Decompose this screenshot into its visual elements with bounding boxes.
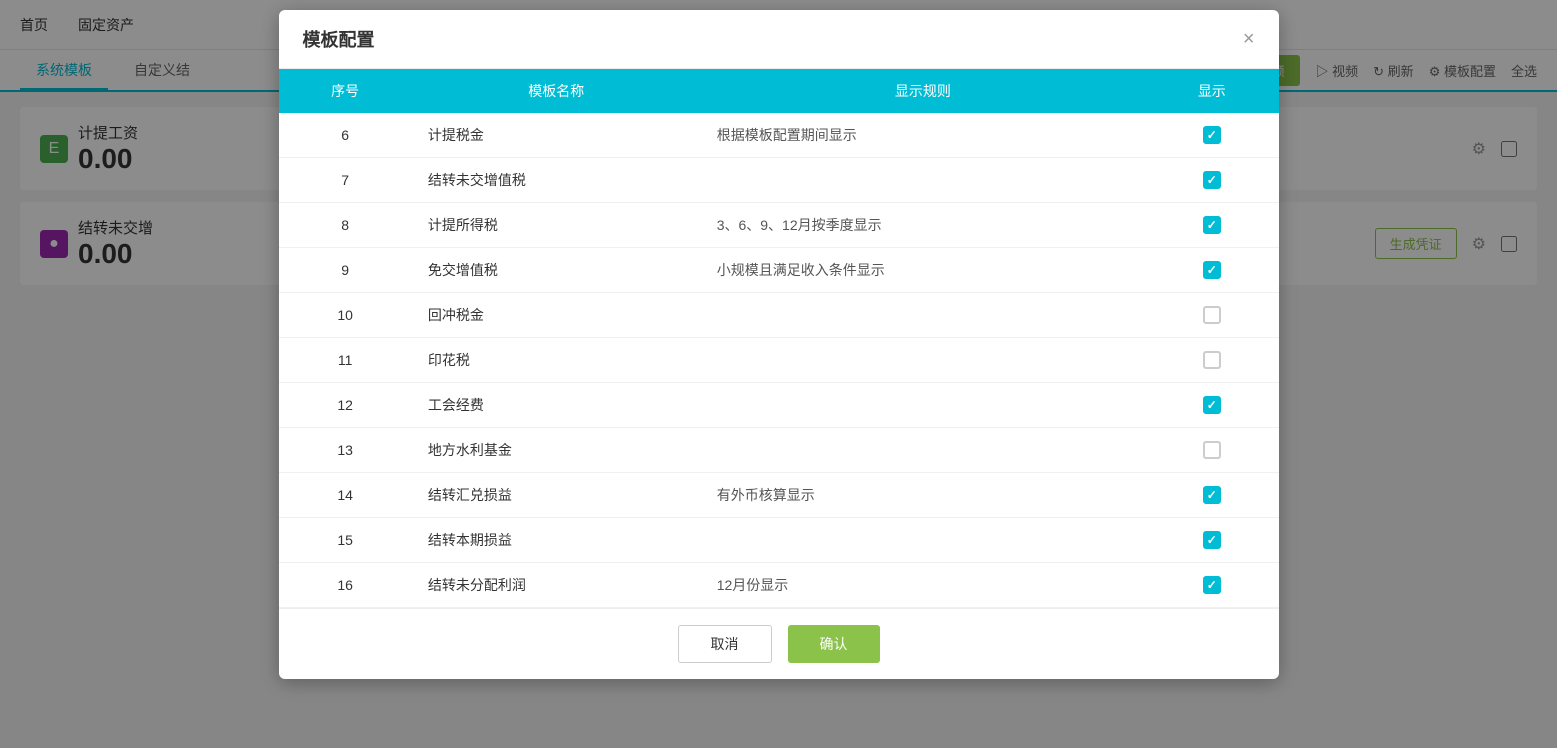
row-check-14[interactable] bbox=[1145, 473, 1278, 518]
modal-overlay: 模板配置 × 序号 模板名称 显示规则 显示 6计提税金根据模板配置期间显示7结… bbox=[0, 0, 1557, 748]
row-check-8[interactable] bbox=[1145, 203, 1278, 248]
row-rule-15 bbox=[701, 518, 1145, 563]
checkbox-12[interactable] bbox=[1203, 396, 1221, 414]
config-table: 序号 模板名称 显示规则 显示 6计提税金根据模板配置期间显示7结转未交增值税8… bbox=[279, 69, 1279, 608]
row-name-15: 结转本期损益 bbox=[412, 518, 701, 563]
row-id-11: 11 bbox=[279, 338, 412, 383]
checkbox-15[interactable] bbox=[1203, 531, 1221, 549]
modal-close-button[interactable]: × bbox=[1243, 29, 1255, 49]
row-name-16: 结转未分配利润 bbox=[412, 563, 701, 608]
row-id-12: 12 bbox=[279, 383, 412, 428]
table-row: 8计提所得税3、6、9、12月按季度显示 bbox=[279, 203, 1279, 248]
table-row: 11印花税 bbox=[279, 338, 1279, 383]
checkbox-14[interactable] bbox=[1203, 486, 1221, 504]
row-rule-13 bbox=[701, 428, 1145, 473]
cancel-button[interactable]: 取消 bbox=[678, 625, 772, 663]
row-check-13[interactable] bbox=[1145, 428, 1278, 473]
row-rule-6: 根据模板配置期间显示 bbox=[701, 113, 1145, 158]
checkbox-8[interactable] bbox=[1203, 216, 1221, 234]
modal-title: 模板配置 bbox=[303, 26, 375, 52]
row-id-7: 7 bbox=[279, 158, 412, 203]
col-header-id: 序号 bbox=[279, 69, 412, 113]
row-rule-9: 小规模且满足收入条件显示 bbox=[701, 248, 1145, 293]
table-row: 13地方水利基金 bbox=[279, 428, 1279, 473]
table-row: 9免交增值税小规模且满足收入条件显示 bbox=[279, 248, 1279, 293]
row-name-12: 工会经费 bbox=[412, 383, 701, 428]
row-name-8: 计提所得税 bbox=[412, 203, 701, 248]
col-header-name: 模板名称 bbox=[412, 69, 701, 113]
row-name-9: 免交增值税 bbox=[412, 248, 701, 293]
row-name-11: 印花税 bbox=[412, 338, 701, 383]
table-row: 10回冲税金 bbox=[279, 293, 1279, 338]
table-header: 序号 模板名称 显示规则 显示 bbox=[279, 69, 1279, 113]
row-check-7[interactable] bbox=[1145, 158, 1278, 203]
row-check-12[interactable] bbox=[1145, 383, 1278, 428]
row-id-8: 8 bbox=[279, 203, 412, 248]
row-id-9: 9 bbox=[279, 248, 412, 293]
table-row: 14结转汇兑损益有外币核算显示 bbox=[279, 473, 1279, 518]
row-name-10: 回冲税金 bbox=[412, 293, 701, 338]
row-name-7: 结转未交增值税 bbox=[412, 158, 701, 203]
modal-body: 序号 模板名称 显示规则 显示 6计提税金根据模板配置期间显示7结转未交增值税8… bbox=[279, 69, 1279, 608]
checkbox-10[interactable] bbox=[1203, 306, 1221, 324]
checkbox-13[interactable] bbox=[1203, 441, 1221, 459]
row-id-16: 16 bbox=[279, 563, 412, 608]
row-check-16[interactable] bbox=[1145, 563, 1278, 608]
row-name-14: 结转汇兑损益 bbox=[412, 473, 701, 518]
table-row: 7结转未交增值税 bbox=[279, 158, 1279, 203]
row-id-15: 15 bbox=[279, 518, 412, 563]
row-check-10[interactable] bbox=[1145, 293, 1278, 338]
modal-footer: 取消 确认 bbox=[279, 608, 1279, 679]
confirm-button[interactable]: 确认 bbox=[788, 625, 880, 663]
table-row: 16结转未分配利润12月份显示 bbox=[279, 563, 1279, 608]
row-id-14: 14 bbox=[279, 473, 412, 518]
template-config-modal: 模板配置 × 序号 模板名称 显示规则 显示 6计提税金根据模板配置期间显示7结… bbox=[279, 10, 1279, 679]
row-rule-11 bbox=[701, 338, 1145, 383]
row-id-10: 10 bbox=[279, 293, 412, 338]
row-rule-14: 有外币核算显示 bbox=[701, 473, 1145, 518]
modal-header: 模板配置 × bbox=[279, 10, 1279, 69]
row-id-6: 6 bbox=[279, 113, 412, 158]
table-row: 12工会经费 bbox=[279, 383, 1279, 428]
table-row: 6计提税金根据模板配置期间显示 bbox=[279, 113, 1279, 158]
row-id-13: 13 bbox=[279, 428, 412, 473]
checkbox-7[interactable] bbox=[1203, 171, 1221, 189]
col-header-rule: 显示规则 bbox=[701, 69, 1145, 113]
table-body: 6计提税金根据模板配置期间显示7结转未交增值税8计提所得税3、6、9、12月按季… bbox=[279, 113, 1279, 608]
row-rule-8: 3、6、9、12月按季度显示 bbox=[701, 203, 1145, 248]
row-rule-12 bbox=[701, 383, 1145, 428]
row-check-6[interactable] bbox=[1145, 113, 1278, 158]
row-check-15[interactable] bbox=[1145, 518, 1278, 563]
row-name-6: 计提税金 bbox=[412, 113, 701, 158]
checkbox-11[interactable] bbox=[1203, 351, 1221, 369]
checkbox-16[interactable] bbox=[1203, 576, 1221, 594]
row-check-11[interactable] bbox=[1145, 338, 1278, 383]
row-check-9[interactable] bbox=[1145, 248, 1278, 293]
row-rule-7 bbox=[701, 158, 1145, 203]
col-header-display: 显示 bbox=[1145, 69, 1278, 113]
row-rule-16: 12月份显示 bbox=[701, 563, 1145, 608]
row-name-13: 地方水利基金 bbox=[412, 428, 701, 473]
table-row: 15结转本期损益 bbox=[279, 518, 1279, 563]
row-rule-10 bbox=[701, 293, 1145, 338]
checkbox-9[interactable] bbox=[1203, 261, 1221, 279]
checkbox-6[interactable] bbox=[1203, 126, 1221, 144]
